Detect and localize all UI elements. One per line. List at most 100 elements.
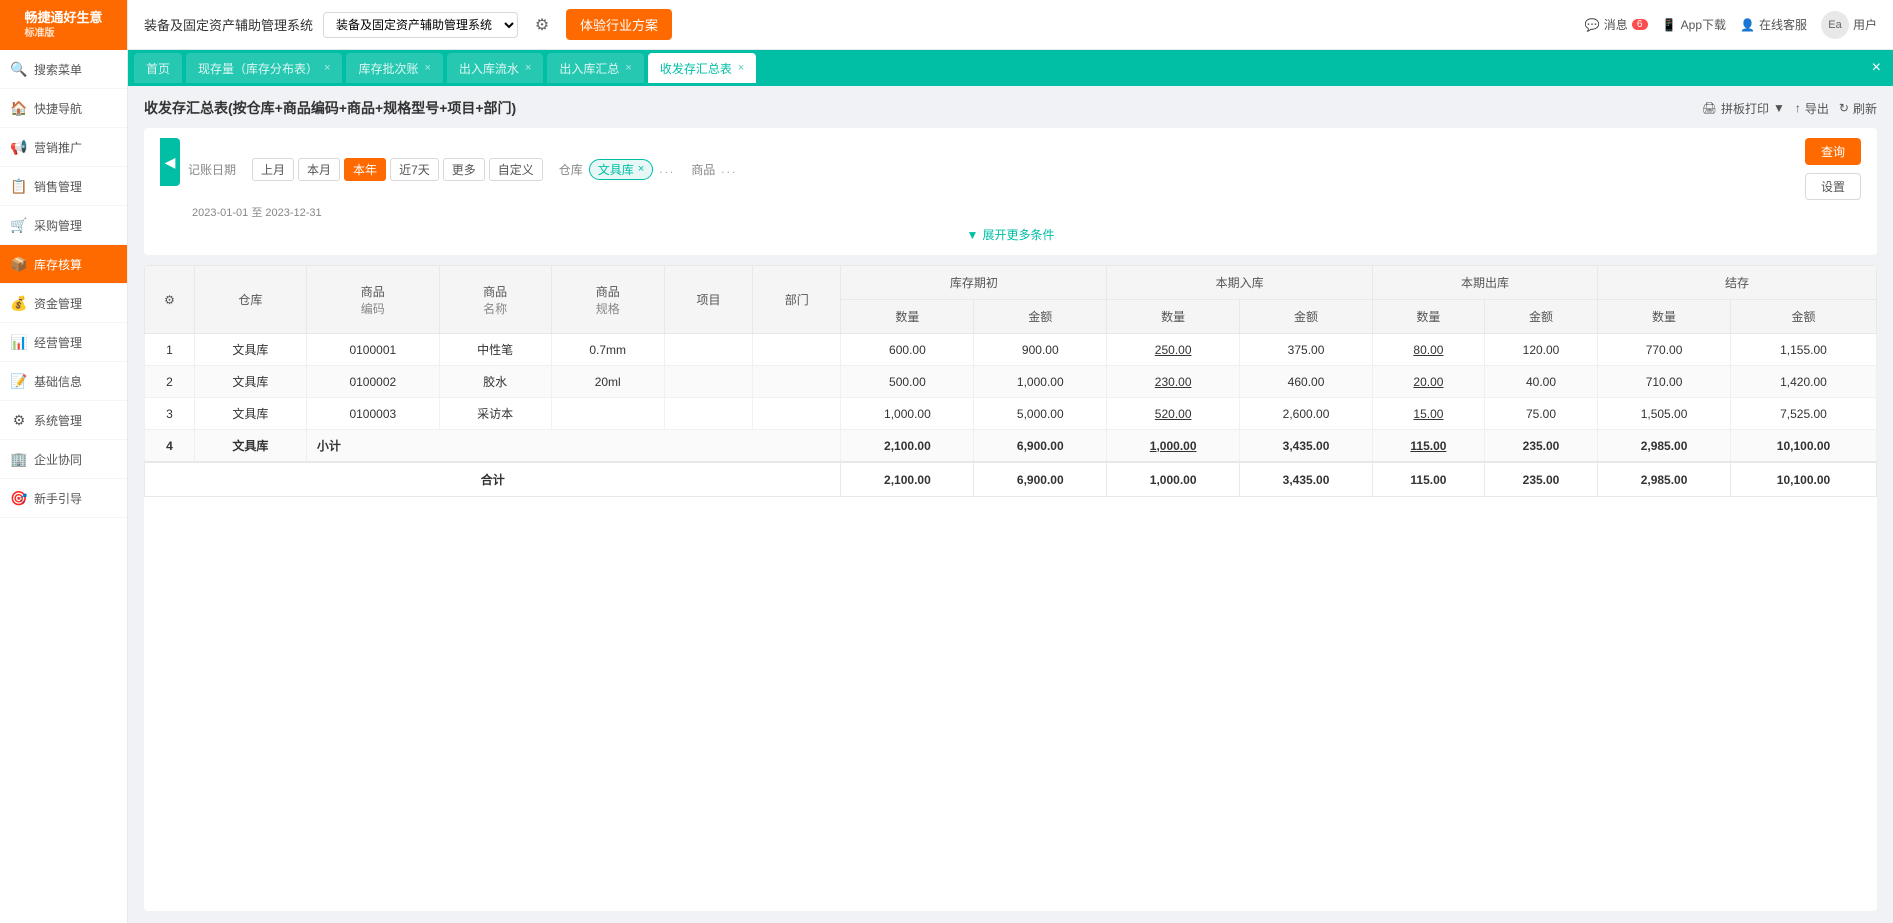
row3-out-amt: 75.00 [1484, 398, 1597, 430]
tab-summary[interactable]: 出入库汇总 × [547, 53, 643, 83]
warehouse-tag-remove[interactable]: × [638, 163, 644, 175]
date-btn-this-year[interactable]: 本年 [344, 158, 386, 181]
avatar-text: Ea [1828, 19, 1841, 31]
tab-home[interactable]: 首页 [134, 53, 182, 83]
sidebar-item-sales[interactable]: 📋 销售管理 [0, 167, 127, 206]
user-menu[interactable]: Ea 用户 [1821, 11, 1877, 39]
date-btn-7days[interactable]: 近7天 [390, 158, 439, 181]
messages-label: 消息 [1604, 16, 1628, 33]
col-settings[interactable]: ⚙ [145, 266, 195, 334]
total-opening-qty: 2,100.00 [841, 462, 974, 497]
system-select[interactable]: 装备及固定资产辅助管理系统 [323, 12, 518, 38]
sidebar-item-quick-nav[interactable]: 🏠 快捷导航 [0, 89, 127, 128]
row3-balance-qty: 1,505.00 [1598, 398, 1731, 430]
sidebar-item-operations[interactable]: 📊 经营管理 [0, 323, 127, 362]
tab-inventory-dist[interactable]: 现存量（库存分布表） × [186, 53, 342, 83]
sidebar-item-system[interactable]: ⚙ 系统管理 [0, 401, 127, 440]
sidebar-item-guide[interactable]: 🎯 新手引导 [0, 479, 127, 518]
tab-bar-close-btn[interactable]: × [1864, 59, 1889, 77]
row1-in-qty[interactable]: 250.00 [1107, 334, 1240, 366]
date-btn-last-month[interactable]: 上月 [252, 158, 294, 181]
purchase-icon: 🛒 [10, 216, 28, 234]
col-in-amt: 金额 [1240, 300, 1373, 334]
guide-icon: 🎯 [10, 489, 28, 507]
row3-product-spec [551, 398, 664, 430]
sidebar-item-finance[interactable]: 💰 资金管理 [0, 284, 127, 323]
row2-balance-qty: 710.00 [1598, 366, 1731, 398]
row2-out-amt: 40.00 [1484, 366, 1597, 398]
subtotal-in-qty[interactable]: 1,000.00 [1107, 430, 1240, 463]
col-product-name: 商品名称 [439, 266, 551, 334]
tab-inventory-dist-close[interactable]: × [324, 63, 330, 74]
messages-btn[interactable]: 💬 消息 6 [1585, 16, 1648, 33]
sidebar-item-purchase[interactable]: 🛒 采购管理 [0, 206, 127, 245]
settings-icon[interactable]: ⚙ [528, 11, 556, 39]
col-department: 部门 [753, 266, 841, 334]
warehouse-filter-dots[interactable]: ... [659, 162, 675, 176]
warehouse-tag[interactable]: 文具库 × [589, 159, 653, 180]
system-name-label: 装备及固定资产辅助管理系统 [144, 15, 313, 34]
subtotal-opening-qty: 2,100.00 [841, 430, 974, 463]
table-row: 2 文具库 0100002 胶水 20ml 500.00 1,000.00 23… [145, 366, 1877, 398]
tab-flow-close[interactable]: × [525, 63, 531, 74]
export-btn[interactable]: ↑ 导出 [1795, 100, 1829, 117]
sidebar-label-search: 搜索菜单 [34, 61, 82, 78]
topbar: 装备及固定资产辅助管理系统 装备及固定资产辅助管理系统 ⚙ 体验行业方案 💬 消… [128, 0, 1893, 50]
query-btn[interactable]: 查询 [1805, 138, 1861, 165]
trial-btn[interactable]: 体验行业方案 [566, 9, 672, 40]
sidebar-item-enterprise[interactable]: 🏢 企业协同 [0, 440, 127, 479]
date-btn-this-month[interactable]: 本月 [298, 158, 340, 181]
date-buttons: 上月 本月 本年 近7天 更多 自定义 [252, 158, 543, 181]
search-icon: 🔍 [10, 60, 28, 78]
date-btn-more[interactable]: 更多 [443, 158, 485, 181]
col-out-qty: 数量 [1372, 300, 1484, 334]
tab-flow[interactable]: 出入库流水 × [447, 53, 543, 83]
row2-in-qty[interactable]: 230.00 [1107, 366, 1240, 398]
page-actions: 🖨 拼板打印 ▼ ↑ 导出 ↻ 刷新 [1702, 100, 1877, 117]
online-support-btn[interactable]: 👤 在线客服 [1740, 16, 1807, 33]
set-btn[interactable]: 设置 [1805, 173, 1861, 200]
sidebar-label-system: 系统管理 [34, 412, 82, 429]
row3-in-qty[interactable]: 520.00 [1107, 398, 1240, 430]
tab-batch-account[interactable]: 库存批次账 × [346, 53, 442, 83]
sidebar-item-search[interactable]: 🔍 搜索菜单 [0, 50, 127, 89]
expand-icon: ▼ [967, 228, 979, 242]
col-opening-qty: 数量 [841, 300, 974, 334]
date-btn-custom[interactable]: 自定义 [489, 158, 543, 181]
row2-product-code: 0100002 [306, 366, 439, 398]
row2-department [753, 366, 841, 398]
row2-out-qty[interactable]: 20.00 [1372, 366, 1484, 398]
table-row: 3 文具库 0100003 采访本 1,000.00 5,000.00 520.… [145, 398, 1877, 430]
refresh-btn[interactable]: ↻ 刷新 [1839, 100, 1877, 117]
app-download-btn[interactable]: 📱 App下载 [1662, 16, 1726, 33]
sidebar-item-base-info[interactable]: 📝 基础信息 [0, 362, 127, 401]
product-filter-dots[interactable]: ... [721, 162, 737, 176]
collapse-arrow-btn[interactable]: ◀ [160, 138, 180, 186]
sidebar-label-guide: 新手引导 [34, 490, 82, 507]
tab-flow-label: 出入库流水 [459, 60, 519, 77]
table-settings-icon[interactable]: ⚙ [164, 293, 175, 307]
expand-conditions-btn[interactable]: ▼ 展开更多条件 [160, 220, 1861, 245]
tab-summary-close[interactable]: × [625, 63, 631, 74]
main-content: 装备及固定资产辅助管理系统 装备及固定资产辅助管理系统 ⚙ 体验行业方案 💬 消… [128, 0, 1893, 923]
row1-out-amt: 120.00 [1484, 334, 1597, 366]
col-project: 项目 [664, 266, 752, 334]
date-range-text: 2023-01-01 至 2023-12-31 [192, 207, 322, 219]
subtotal-out-qty[interactable]: 115.00 [1372, 430, 1484, 463]
tab-recv-summary[interactable]: 收发存汇总表 × [648, 53, 756, 83]
row1-department [753, 334, 841, 366]
row3-out-qty[interactable]: 15.00 [1372, 398, 1484, 430]
total-balance-amt: 10,100.00 [1730, 462, 1876, 497]
sidebar-item-marketing[interactable]: 📢 营销推广 [0, 128, 127, 167]
print-btn[interactable]: 🖨 拼板打印 ▼ [1702, 100, 1785, 117]
subtotal-warehouse: 文具库 [195, 430, 307, 463]
sidebar-item-inventory[interactable]: 📦 库存核算 [0, 245, 127, 284]
total-out-amt: 235.00 [1484, 462, 1597, 497]
avatar: Ea [1821, 11, 1849, 39]
total-in-amt: 3,435.00 [1240, 462, 1373, 497]
row1-out-qty[interactable]: 80.00 [1372, 334, 1484, 366]
sales-icon: 📋 [10, 177, 28, 195]
row3-warehouse: 文具库 [195, 398, 307, 430]
tab-recv-summary-close[interactable]: × [738, 63, 744, 74]
tab-batch-account-close[interactable]: × [424, 63, 430, 74]
